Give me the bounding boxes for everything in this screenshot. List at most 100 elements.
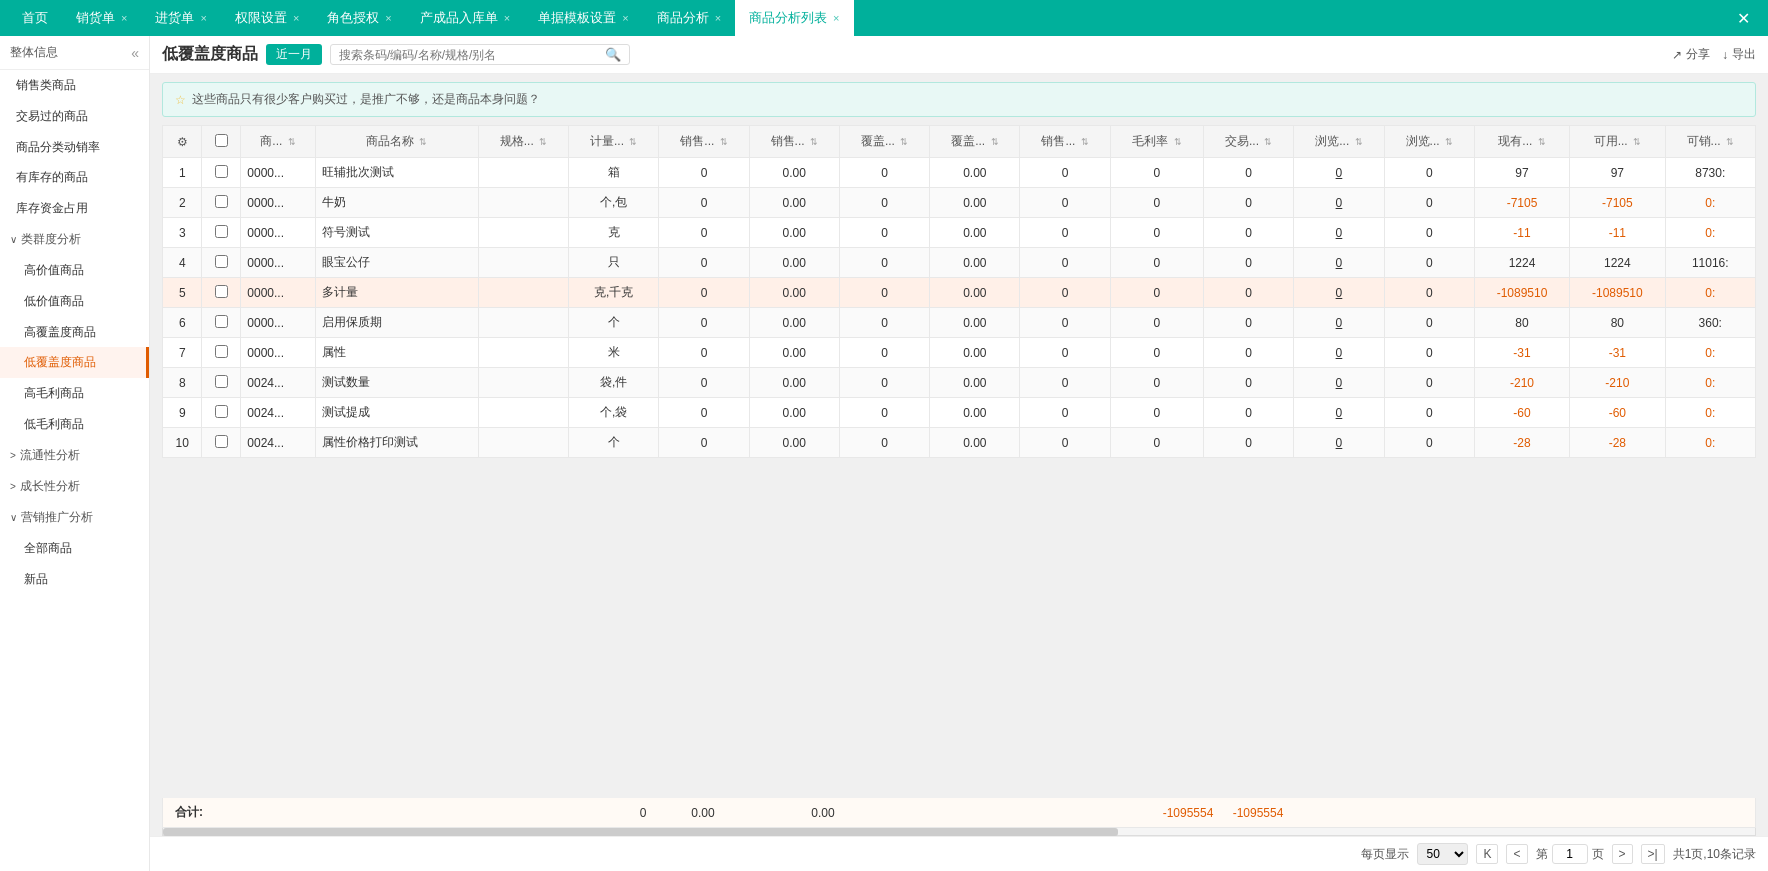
cell-check[interactable]	[202, 158, 241, 188]
cell-browse1[interactable]: 0	[1294, 278, 1384, 308]
cell-browse1[interactable]: 0	[1294, 158, 1384, 188]
col-gross-rate[interactable]: 毛利率 ⇅	[1110, 126, 1203, 158]
sidebar-group-marketing[interactable]: ∨ 营销推广分析	[0, 502, 149, 533]
nav-close-sales[interactable]: ×	[121, 12, 127, 24]
sidebar-group-cluster[interactable]: ∨ 类群度分析	[0, 224, 149, 255]
cell-check[interactable]	[202, 368, 241, 398]
sidebar-item-high-profit[interactable]: 高毛利商品	[0, 378, 149, 409]
table-header-row: ⚙ 商... ⇅ 商品名称 ⇅ 规格... ⇅ 计量... ⇅ 销售... ⇅ …	[163, 126, 1756, 158]
nav-permissions[interactable]: 权限设置 ×	[221, 0, 313, 36]
col-sellable[interactable]: 可销... ⇅	[1665, 126, 1755, 158]
sidebar-item-stock-goods[interactable]: 有库存的商品	[0, 162, 149, 193]
sidebar-group-flow[interactable]: > 流通性分析	[0, 440, 149, 471]
col-sales1[interactable]: 销售... ⇅	[659, 126, 749, 158]
col-available[interactable]: 可用... ⇅	[1570, 126, 1665, 158]
col-browse2[interactable]: 浏览... ⇅	[1384, 126, 1474, 158]
cell-check[interactable]	[202, 218, 241, 248]
nav-close-purchase[interactable]: ×	[200, 12, 206, 24]
col-browse1[interactable]: 浏览... ⇅	[1294, 126, 1384, 158]
cell-browse1[interactable]: 0	[1294, 218, 1384, 248]
row-checkbox[interactable]	[215, 225, 228, 238]
page-size-select[interactable]: 50 100 200	[1417, 843, 1468, 865]
share-button[interactable]: ↗ 分享	[1672, 46, 1710, 63]
next-page-button[interactable]: >	[1612, 844, 1633, 864]
sidebar-group-growth[interactable]: > 成长性分析	[0, 471, 149, 502]
nav-close-role[interactable]: ×	[385, 12, 391, 24]
row-checkbox[interactable]	[215, 315, 228, 328]
row-checkbox[interactable]	[215, 345, 228, 358]
row-checkbox[interactable]	[215, 375, 228, 388]
sidebar-item-low-value[interactable]: 低价值商品	[0, 286, 149, 317]
nav-close-template[interactable]: ×	[622, 12, 628, 24]
sidebar-item-sales-goods[interactable]: 销售类商品	[0, 70, 149, 101]
search-icon[interactable]: 🔍	[605, 47, 621, 62]
period-button[interactable]: 近一月	[266, 44, 322, 65]
col-cov2[interactable]: 覆盖... ⇅	[930, 126, 1020, 158]
nav-close-permissions[interactable]: ×	[293, 12, 299, 24]
row-checkbox[interactable]	[215, 405, 228, 418]
cell-check[interactable]	[202, 188, 241, 218]
first-page-button[interactable]: K	[1476, 844, 1498, 864]
nav-sales-order[interactable]: 销货单 ×	[62, 0, 141, 36]
nav-role-auth[interactable]: 角色授权 ×	[313, 0, 405, 36]
col-sales3[interactable]: 销售... ⇅	[1020, 126, 1110, 158]
col-name[interactable]: 商品名称 ⇅	[315, 126, 478, 158]
col-cov1[interactable]: 覆盖... ⇅	[839, 126, 929, 158]
sidebar-item-new-goods[interactable]: 新品	[0, 564, 149, 595]
nav-template-settings[interactable]: 单据模板设置 ×	[524, 0, 642, 36]
window-close-button[interactable]: ✕	[1727, 9, 1760, 28]
last-page-button[interactable]: >|	[1641, 844, 1665, 864]
sidebar-item-capital[interactable]: 库存资金占用	[0, 193, 149, 224]
sidebar-item-traded-goods[interactable]: 交易过的商品	[0, 101, 149, 132]
row-checkbox[interactable]	[215, 195, 228, 208]
col-current[interactable]: 现有... ⇅	[1474, 126, 1569, 158]
cell-check[interactable]	[202, 308, 241, 338]
cell-cov1: 0	[839, 428, 929, 458]
sidebar-item-all-goods[interactable]: 全部商品	[0, 533, 149, 564]
cell-browse1[interactable]: 0	[1294, 398, 1384, 428]
col-sales2[interactable]: 销售... ⇅	[749, 126, 839, 158]
cell-browse1[interactable]: 0	[1294, 248, 1384, 278]
prev-page-button[interactable]: <	[1506, 844, 1527, 864]
nav-product-analysis[interactable]: 商品分析 ×	[643, 0, 735, 36]
nav-close-analysis[interactable]: ×	[715, 12, 721, 24]
col-settings[interactable]: ⚙	[163, 126, 202, 158]
row-checkbox[interactable]	[215, 255, 228, 268]
sidebar-collapse-button[interactable]: «	[131, 45, 139, 61]
nav-finished-goods[interactable]: 产成品入库单 ×	[406, 0, 524, 36]
cell-check[interactable]	[202, 338, 241, 368]
col-unit[interactable]: 计量... ⇅	[569, 126, 659, 158]
cell-browse1[interactable]: 0	[1294, 338, 1384, 368]
nav-product-analysis-list[interactable]: 商品分析列表 ×	[735, 0, 853, 36]
cell-browse1[interactable]: 0	[1294, 188, 1384, 218]
cell-check[interactable]	[202, 278, 241, 308]
select-all-checkbox[interactable]	[215, 134, 228, 147]
table-container[interactable]: ⚙ 商... ⇅ 商品名称 ⇅ 规格... ⇅ 计量... ⇅ 销售... ⇅ …	[162, 125, 1756, 798]
export-button[interactable]: ↓ 导出	[1722, 46, 1756, 63]
col-trade[interactable]: 交易... ⇅	[1204, 126, 1294, 158]
page-number-input[interactable]	[1552, 844, 1588, 864]
row-checkbox[interactable]	[215, 165, 228, 178]
sidebar-item-high-coverage[interactable]: 高覆盖度商品	[0, 317, 149, 348]
col-spec[interactable]: 规格... ⇅	[478, 126, 568, 158]
sidebar-item-low-profit[interactable]: 低毛利商品	[0, 409, 149, 440]
nav-purchase[interactable]: 进货单 ×	[141, 0, 220, 36]
nav-close-finished[interactable]: ×	[504, 12, 510, 24]
cell-check[interactable]	[202, 428, 241, 458]
cell-check[interactable]	[202, 398, 241, 428]
col-checkbox[interactable]	[202, 126, 241, 158]
row-checkbox[interactable]	[215, 435, 228, 448]
nav-home[interactable]: 首页	[8, 0, 62, 36]
cell-browse1[interactable]: 0	[1294, 428, 1384, 458]
search-input[interactable]	[339, 48, 605, 62]
cell-code: 0000...	[241, 218, 315, 248]
cell-browse1[interactable]: 0	[1294, 308, 1384, 338]
row-checkbox[interactable]	[215, 285, 228, 298]
nav-close-analysis-list[interactable]: ×	[833, 12, 839, 24]
sidebar-item-low-coverage[interactable]: 低覆盖度商品	[0, 347, 149, 378]
sidebar-item-category-rate[interactable]: 商品分类动销率	[0, 132, 149, 163]
cell-browse1[interactable]: 0	[1294, 368, 1384, 398]
cell-check[interactable]	[202, 248, 241, 278]
sidebar-item-high-value[interactable]: 高价值商品	[0, 255, 149, 286]
col-code[interactable]: 商... ⇅	[241, 126, 315, 158]
